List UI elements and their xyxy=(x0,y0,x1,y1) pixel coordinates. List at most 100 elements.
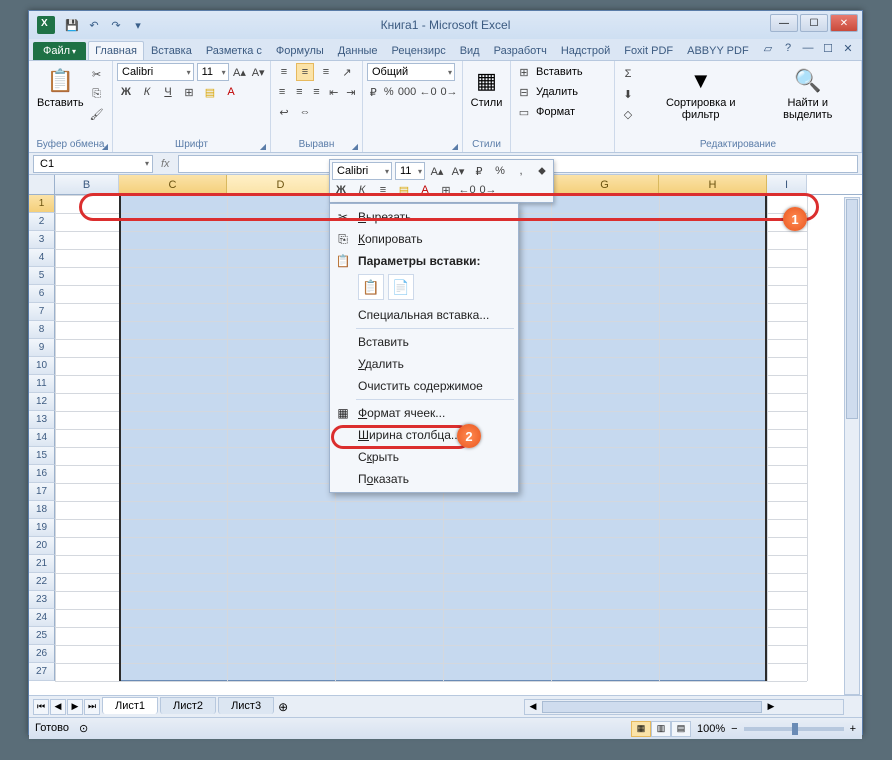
zoom-slider[interactable] xyxy=(744,727,844,731)
align-top-icon[interactable]: ≡ xyxy=(275,63,293,81)
cut-icon[interactable]: ✂ xyxy=(88,65,106,83)
bold-button[interactable]: Ж xyxy=(117,83,135,101)
row-header[interactable]: 13 xyxy=(29,411,55,429)
mdi-close[interactable]: ✕ xyxy=(840,42,856,55)
sort-filter-button[interactable]: ▼ Сортировка и фильтр xyxy=(643,63,758,123)
row-header[interactable]: 25 xyxy=(29,627,55,645)
format-cells-label[interactable]: Формат xyxy=(536,106,575,118)
tab-рецензирс[interactable]: Рецензирс xyxy=(385,41,453,60)
mini-size-combo[interactable]: 11 xyxy=(395,162,425,180)
delete-cells-label[interactable]: Удалить xyxy=(536,86,578,98)
row-header[interactable]: 27 xyxy=(29,663,55,681)
row-header[interactable]: 1 xyxy=(29,195,55,213)
sheet-nav-next[interactable]: ▶ xyxy=(67,699,83,715)
column-header-C[interactable]: C xyxy=(119,175,227,194)
row-header[interactable]: 19 xyxy=(29,519,55,537)
align-left-icon[interactable]: ≡ xyxy=(275,83,289,101)
sheet-tab[interactable]: Лист2 xyxy=(160,697,216,714)
row-header[interactable]: 7 xyxy=(29,303,55,321)
ctx-cut[interactable]: ✂Вырезать xyxy=(330,206,518,228)
row-header[interactable]: 12 xyxy=(29,393,55,411)
name-box[interactable]: C1 xyxy=(33,155,153,173)
paste-option-1[interactable]: 📋 xyxy=(358,274,384,300)
tab-надстрой[interactable]: Надстрой xyxy=(554,41,617,60)
percent-icon[interactable]: % xyxy=(383,83,396,101)
row-header[interactable]: 9 xyxy=(29,339,55,357)
wrap-text-icon[interactable]: ↩ xyxy=(275,103,293,121)
qat-more[interactable]: ▾ xyxy=(129,16,147,34)
insert-cells-label[interactable]: Вставить xyxy=(536,66,583,78)
clear-icon[interactable]: ◇ xyxy=(619,105,637,123)
indent-dec-icon[interactable]: ⇤ xyxy=(327,83,341,101)
shrink-font-icon[interactable]: A▾ xyxy=(250,63,266,81)
align-right-icon[interactable]: ≡ xyxy=(309,83,323,101)
horizontal-scrollbar[interactable]: ◀▶ xyxy=(524,699,844,715)
row-header[interactable]: 11 xyxy=(29,375,55,393)
mini-border[interactable]: ⊞ xyxy=(437,181,455,199)
comma-icon[interactable]: 000 xyxy=(398,83,416,101)
orientation-icon[interactable]: ↗ xyxy=(338,63,356,81)
sheet-nav-prev[interactable]: ◀ xyxy=(50,699,66,715)
row-header[interactable]: 14 xyxy=(29,429,55,447)
ctx-format-cells[interactable]: ▦Формат ячеек... xyxy=(330,402,518,424)
view-pagebreak-icon[interactable]: ▤ xyxy=(671,721,691,737)
inc-decimal-icon[interactable]: ←0 xyxy=(419,83,437,101)
mdi-minimize[interactable]: — xyxy=(800,42,816,55)
row-header[interactable]: 2 xyxy=(29,213,55,231)
mini-comma-icon[interactable]: , xyxy=(512,162,530,180)
mini-color[interactable]: A xyxy=(416,181,434,199)
mini-font-combo[interactable]: Calibri xyxy=(332,162,392,180)
fill-icon[interactable]: ⬇ xyxy=(619,85,637,103)
row-header[interactable]: 4 xyxy=(29,249,55,267)
column-header-G[interactable]: G xyxy=(551,175,659,194)
row-header[interactable]: 26 xyxy=(29,645,55,663)
window-close[interactable]: ✕ xyxy=(830,14,858,32)
ctx-clear[interactable]: Очистить содержимое xyxy=(330,375,518,397)
qat-undo[interactable]: ↶ xyxy=(85,16,103,34)
sheet-tab[interactable]: Лист1 xyxy=(102,697,158,714)
tab-данные[interactable]: Данные xyxy=(331,41,385,60)
font-size-combo[interactable]: 11 xyxy=(197,63,229,81)
qat-redo[interactable]: ↷ xyxy=(107,16,125,34)
column-header-I[interactable]: I xyxy=(767,175,807,194)
window-minimize[interactable]: — xyxy=(770,14,798,32)
view-normal-icon[interactable]: ▦ xyxy=(631,721,651,737)
align-bottom-icon[interactable]: ≡ xyxy=(317,63,335,81)
mini-dec-dec[interactable]: 0→ xyxy=(479,181,497,199)
tab-abbyy pdf[interactable]: ABBYY PDF xyxy=(680,41,756,60)
ctx-column-width[interactable]: Ширина столбца... xyxy=(330,424,518,446)
row-header[interactable]: 3 xyxy=(29,231,55,249)
delete-cells-icon[interactable]: ⊟ xyxy=(515,83,533,101)
autosum-icon[interactable]: Σ xyxy=(619,65,637,83)
column-header-H[interactable]: H xyxy=(659,175,767,194)
sheet-nav-first[interactable]: ⏮ xyxy=(33,699,49,715)
copy-icon[interactable]: ⎘ xyxy=(88,85,106,103)
number-format-combo[interactable]: Общий xyxy=(367,63,455,81)
mini-italic[interactable]: К xyxy=(353,181,371,199)
styles-button[interactable]: ▦ Стили xyxy=(467,63,506,111)
row-header[interactable]: 6 xyxy=(29,285,55,303)
tab-foxit pdf[interactable]: Foxit PDF xyxy=(617,41,680,60)
font-name-combo[interactable]: Calibri xyxy=(117,63,194,81)
fx-icon[interactable]: fx xyxy=(161,158,170,170)
zoom-out-button[interactable]: − xyxy=(731,723,737,735)
paste-option-2[interactable]: 📄 xyxy=(388,274,414,300)
mini-fmt-icon[interactable]: ⬥ xyxy=(533,162,551,180)
row-header[interactable]: 23 xyxy=(29,591,55,609)
italic-button[interactable]: К xyxy=(138,83,156,101)
font-color-button[interactable]: A xyxy=(222,83,240,101)
file-tab[interactable]: Файл xyxy=(33,42,86,60)
row-header[interactable]: 24 xyxy=(29,609,55,627)
ctx-insert[interactable]: Вставить xyxy=(330,331,518,353)
window-maximize[interactable]: ☐ xyxy=(800,14,828,32)
tab-главная[interactable]: Главная xyxy=(88,41,144,60)
mdi-restore[interactable]: ☐ xyxy=(820,42,836,55)
vertical-scrollbar[interactable] xyxy=(844,197,860,695)
ctx-delete[interactable]: Удалить xyxy=(330,353,518,375)
ctx-show[interactable]: Показать xyxy=(330,468,518,490)
row-header[interactable]: 17 xyxy=(29,483,55,501)
zoom-in-button[interactable]: + xyxy=(850,723,856,735)
format-painter-icon[interactable]: 🖌 xyxy=(88,105,106,123)
row-header[interactable]: 10 xyxy=(29,357,55,375)
format-cells-icon[interactable]: ▭ xyxy=(515,103,533,121)
